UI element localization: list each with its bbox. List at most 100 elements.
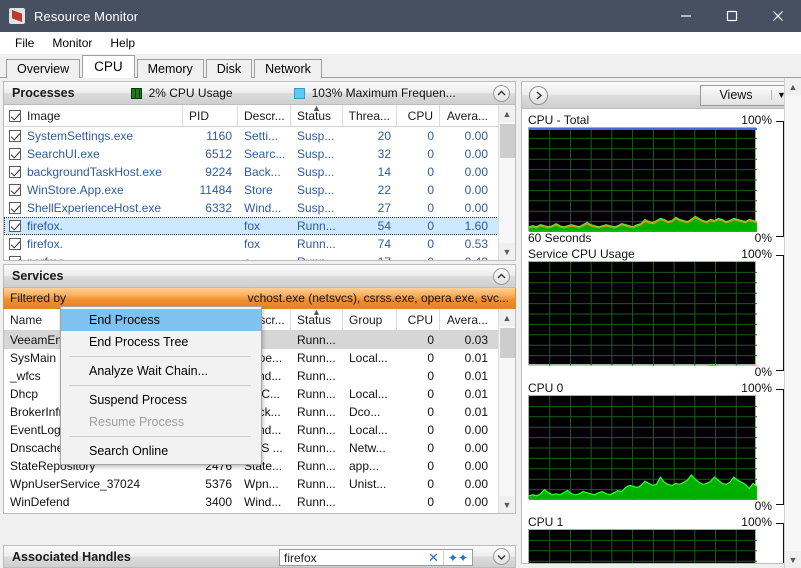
table-row[interactable]: SystemSettings.exe 1160 Setti... Susp...…	[4, 127, 515, 145]
service-name: RpcEptMapper	[4, 513, 183, 514]
row-checkbox[interactable]	[9, 130, 21, 142]
table-row[interactable]: backgroundTaskHost.exe 9224 Back... Susp…	[4, 163, 515, 181]
table-row[interactable]: WinDefend3400Wind...Runn...00.00	[4, 493, 515, 511]
service-description: Wind...	[238, 495, 291, 509]
associated-handles-section-header[interactable]: Associated Handles firefox ✕ ✦✦	[3, 545, 516, 568]
process-average-cpu: 0.00	[440, 165, 494, 179]
cpu-usage-legend-label: 2% CPU Usage	[149, 86, 233, 100]
scroll-down-arrow-icon[interactable]: ▼	[499, 496, 516, 513]
row-checkbox[interactable]	[9, 220, 21, 232]
scroll-down-arrow-icon[interactable]: ▼	[499, 243, 516, 260]
process-name: perfmo	[24, 255, 183, 261]
handle-search-input[interactable]: firefox	[284, 551, 424, 565]
table-row[interactable]: perfmo o... Runn... 17 0 0.43	[4, 253, 515, 261]
column-cpu[interactable]: CPU	[397, 309, 440, 330]
table-row-selected[interactable]: firefox. fox Runn... 54 0 1.60	[4, 217, 515, 235]
process-status: Susp...	[291, 201, 343, 215]
service-cpu: 0	[397, 459, 440, 473]
process-pid: 6512	[183, 147, 238, 161]
processes-scrollbar[interactable]: ▲ ▼	[498, 105, 515, 260]
services-collapse-button[interactable]	[493, 268, 510, 285]
scrollbar-thumb[interactable]	[500, 124, 515, 158]
associated-handles-expand-button[interactable]	[493, 548, 510, 565]
table-row[interactable]: firefox. fox Runn... 74 0 0.53	[4, 235, 515, 253]
table-row[interactable]: RpcEptMapper1108RPCRunnRPCSS00.00	[4, 511, 515, 514]
scroll-up-arrow-icon[interactable]: ▲	[499, 309, 516, 326]
processes-section-header[interactable]: Processes 2% CPU Usage 103% Maximum Freq…	[3, 81, 516, 105]
row-checkbox[interactable]	[9, 256, 21, 261]
services-scrollbar[interactable]: ▲ ▼	[498, 309, 515, 513]
menu-item-monitor[interactable]: Monitor	[43, 34, 101, 52]
service-average-cpu: 0.01	[440, 369, 494, 383]
row-checkbox[interactable]	[9, 148, 21, 160]
context-menu-item-analyze-wait-chain[interactable]: Analyze Wait Chain...	[61, 360, 261, 382]
minimize-button[interactable]	[663, 0, 709, 32]
service-status: Runn...	[291, 369, 343, 383]
scroll-up-arrow-icon[interactable]: ▲	[785, 78, 801, 95]
tab-overview[interactable]: Overview	[6, 59, 80, 78]
menu-item-help[interactable]: Help	[101, 34, 144, 52]
graph-panel-scrollbar[interactable]: ▲ ▼	[784, 78, 801, 568]
table-row[interactable]: WpnUserService_370245376Wpn...Runn...Uni…	[4, 475, 515, 493]
scroll-up-arrow-icon[interactable]: ▲	[499, 105, 516, 122]
scrollbar-track[interactable]	[785, 95, 801, 551]
column-group[interactable]: Group	[343, 309, 397, 330]
service-average-cpu: 0.01	[440, 387, 494, 401]
row-checkbox[interactable]	[9, 184, 21, 196]
context-menu-item-suspend-process[interactable]: Suspend Process	[61, 389, 261, 411]
scroll-down-arrow-icon[interactable]: ▼	[785, 551, 801, 568]
column-average-cpu[interactable]: Avera...	[440, 105, 494, 126]
processes-collapse-button[interactable]	[493, 85, 510, 102]
services-section-header[interactable]: Services	[3, 264, 516, 288]
graph-max-label: 100%	[741, 381, 772, 395]
tab-memory[interactable]: Memory	[137, 59, 204, 78]
views-button[interactable]: Views ▼	[700, 85, 792, 106]
service-cpu: 0	[397, 513, 440, 514]
graph-cpu-total: CPU - Total100%60 Seconds0%	[528, 113, 800, 245]
context-menu-item-search-online[interactable]: Search Online	[61, 440, 261, 462]
column-pid[interactable]: PID	[183, 105, 238, 126]
column-cpu[interactable]: CPU	[397, 105, 440, 126]
row-checkbox[interactable]	[9, 238, 21, 250]
process-threads: 27	[343, 201, 397, 215]
tab-disk[interactable]: Disk	[206, 59, 252, 78]
process-name: firefox.	[24, 237, 183, 251]
column-status[interactable]: ▲ Status	[291, 309, 343, 330]
context-menu-item-end-process-tree[interactable]: End Process Tree	[61, 331, 261, 353]
search-sparkle-icon[interactable]: ✦✦	[443, 551, 468, 565]
menu-item-file[interactable]: File	[6, 34, 43, 52]
maximize-button[interactable]	[709, 0, 755, 32]
process-status: Susp...	[291, 183, 343, 197]
close-icon[interactable]: ✕	[424, 550, 443, 566]
column-description[interactable]: Descr...	[238, 105, 291, 126]
row-checkbox[interactable]	[9, 166, 21, 178]
filter-label: Filtered by	[10, 291, 66, 305]
tab-network[interactable]: Network	[254, 59, 322, 78]
tab-cpu[interactable]: CPU	[82, 55, 135, 78]
column-threads[interactable]: Threa...	[343, 105, 397, 126]
handle-search-box[interactable]: firefox ✕ ✦✦	[279, 549, 473, 566]
scrollbar-track[interactable]	[499, 122, 516, 243]
context-menu-item-end-process[interactable]: End Process	[61, 309, 261, 331]
column-image[interactable]: Image	[24, 105, 183, 126]
collapse-panel-button[interactable]	[529, 86, 548, 105]
process-threads: 74	[343, 237, 397, 251]
resource-monitor-icon	[9, 8, 25, 24]
row-checkbox[interactable]	[9, 202, 21, 214]
close-button[interactable]	[755, 0, 801, 32]
service-cpu: 0	[397, 477, 440, 491]
table-row[interactable]: SearchUI.exe 6512 Searc... Susp... 32 0 …	[4, 145, 515, 163]
scrollbar-track[interactable]	[499, 326, 516, 496]
table-row[interactable]: ShellExperienceHost.exe 6332 Wind... Sus…	[4, 199, 515, 217]
column-average-cpu[interactable]: Avera...	[440, 309, 494, 330]
process-status: Susp...	[291, 147, 343, 161]
column-status[interactable]: ▲ Status	[291, 105, 343, 126]
process-threads: 32	[343, 147, 397, 161]
select-all-checkbox[interactable]	[4, 105, 24, 126]
table-row[interactable]: WinStore.App.exe 11484 Store Susp... 22 …	[4, 181, 515, 199]
process-threads: 17	[343, 255, 397, 261]
graph-service-cpu-usage: Service CPU Usage100%0%	[528, 247, 800, 379]
scrollbar-thumb[interactable]	[500, 328, 515, 358]
process-status: Susp...	[291, 129, 343, 143]
chevron-up-icon	[497, 90, 506, 96]
